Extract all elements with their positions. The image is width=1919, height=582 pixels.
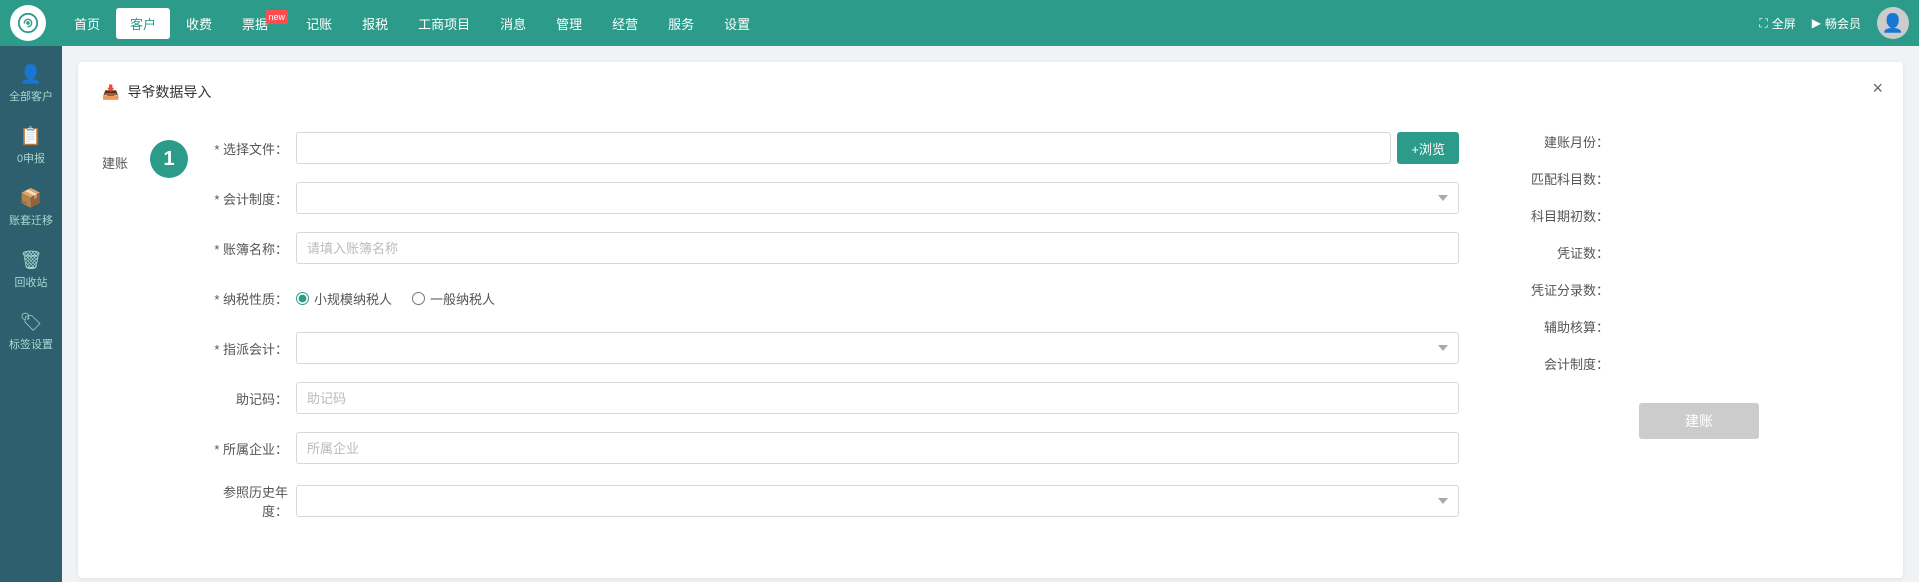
memo-code-row: 助记码：: [208, 382, 1459, 414]
memo-code-label: 助记码：: [208, 389, 288, 408]
nav-right-actions: ⛶ 全屏 ▶ 畅会员 👤: [1759, 7, 1909, 39]
ledger-name-row: * 账簿名称：: [208, 232, 1459, 264]
ref-year-label: 参照历史年度：: [208, 482, 288, 520]
avatar-icon: 👤: [1882, 13, 1904, 34]
nav-item-tax[interactable]: 报税: [348, 8, 402, 39]
nav-item-services[interactable]: 服务: [654, 8, 708, 39]
close-button[interactable]: ×: [1872, 78, 1883, 99]
affiliated-enterprise-input[interactable]: [296, 432, 1459, 464]
file-input-group: +浏览: [296, 132, 1459, 164]
sidebar-item-tag-settings[interactable]: 🏷 标签设置: [4, 304, 58, 360]
zero-declare-icon: 📋: [20, 126, 42, 147]
nav-item-fees[interactable]: 收费: [172, 8, 226, 39]
nav-item-home[interactable]: 首页: [60, 8, 114, 39]
tax-type-label: * 纳税性质：: [208, 289, 288, 308]
nav-item-bookkeeping[interactable]: 记账: [292, 8, 346, 39]
main-layout: 👤 全部客户 📋 0申报 📦 账套迁移 🗑 回收站 🏷 标签设置 📥 导爷数据导…: [0, 46, 1919, 582]
migration-icon: 📦: [20, 188, 42, 209]
tax-general-label: 一般纳税人: [430, 289, 495, 308]
user-avatar[interactable]: 👤: [1877, 7, 1909, 39]
form-layout: 建账 1 * 选择文件： +浏览: [102, 132, 1879, 538]
panel-title: 📥 导爷数据导入: [102, 82, 1879, 102]
tax-type-row: * 纳税性质： 小规模纳税人 一般纳税人: [208, 282, 1459, 314]
nav-item-management[interactable]: 管理: [542, 8, 596, 39]
file-select-row: * 选择文件： +浏览: [208, 132, 1459, 164]
recycle-icon: 🗑: [20, 250, 43, 271]
sidebar-item-all-customers[interactable]: 👤 全部客户: [4, 56, 58, 112]
tag-icon: 🏷: [20, 312, 43, 333]
ledger-name-input[interactable]: [296, 232, 1459, 264]
accounting-system-row: * 会计制度： 小企业会计准则 企业会计准则 行政事业单位: [208, 182, 1459, 214]
nav-item-messages[interactable]: 消息: [486, 8, 540, 39]
voucher-entries-row: 凭证分录数：: [1519, 280, 1879, 299]
tax-general-option[interactable]: 一般纳税人: [412, 289, 495, 308]
step-section: 建账 1 * 选择文件： +浏览: [102, 132, 1459, 538]
form-left-section: 建账 1 * 选择文件： +浏览: [102, 132, 1499, 538]
fullscreen-button[interactable]: ⛶ 全屏: [1759, 15, 1795, 32]
period-init-label: 科目期初数：: [1519, 206, 1609, 225]
app-logo[interactable]: [10, 5, 46, 41]
sidebar-item-zero-declare[interactable]: 📋 0申报: [4, 118, 58, 174]
build-month-label: 建账月份：: [1519, 132, 1609, 151]
voucher-entries-label: 凭证分录数：: [1519, 280, 1609, 299]
affiliated-enterprise-label: * 所属企业：: [208, 439, 288, 458]
accounting-system-select[interactable]: 小企业会计准则 企业会计准则 行政事业单位: [296, 182, 1459, 214]
assign-accountant-row: * 指派会计：: [208, 332, 1459, 364]
file-select-label: * 选择文件：: [208, 139, 288, 158]
assign-accountant-select[interactable]: [296, 332, 1459, 364]
left-sidebar: 👤 全部客户 📋 0申报 📦 账套迁移 🗑 回收站 🏷 标签设置: [0, 46, 62, 582]
match-subjects-row: 匹配科目数：: [1519, 169, 1879, 188]
nav-item-settings[interactable]: 设置: [710, 8, 764, 39]
new-badge: new: [266, 10, 289, 24]
auxiliary-row: 辅助核算：: [1519, 317, 1879, 336]
match-subjects-label: 匹配科目数：: [1519, 169, 1609, 188]
tax-small-option[interactable]: 小规模纳税人: [296, 289, 392, 308]
ref-year-select[interactable]: [296, 485, 1459, 517]
build-account-button[interactable]: 建账: [1639, 403, 1759, 439]
right-accounting-system-label: 会计制度：: [1519, 354, 1609, 373]
period-init-row: 科目期初数：: [1519, 206, 1879, 225]
file-input[interactable]: [296, 132, 1391, 164]
nav-items: 首页 客户 收费 票据 new 记账 报税 工商项目 消息 管理 经营 服务 设…: [60, 8, 1759, 39]
step-badge: 1: [150, 140, 188, 178]
voucher-count-row: 凭证数：: [1519, 243, 1879, 262]
memo-code-input[interactable]: [296, 382, 1459, 414]
nav-item-tickets[interactable]: 票据 new: [228, 8, 290, 39]
fullscreen-icon: ⛶: [1759, 16, 1767, 31]
tax-small-label: 小规模纳税人: [314, 289, 392, 308]
build-month-row: 建账月份：: [1519, 132, 1879, 151]
affiliated-enterprise-row: * 所属企业：: [208, 432, 1459, 464]
import-icon: 📥: [102, 84, 119, 101]
nav-item-customers[interactable]: 客户: [116, 8, 170, 39]
right-accounting-system-row: 会计制度：: [1519, 354, 1879, 373]
sidebar-item-account-migration[interactable]: 📦 账套迁移: [4, 180, 58, 236]
main-content: 📥 导爷数据导入 × 建账 1 * 选择文: [62, 46, 1919, 582]
member-icon: ▶: [1812, 16, 1821, 30]
form-fields: * 选择文件： +浏览 * 会计制度：: [208, 132, 1459, 538]
browse-button[interactable]: +浏览: [1397, 132, 1459, 164]
auxiliary-label: 辅助核算：: [1519, 317, 1609, 336]
all-customers-icon: 👤: [20, 64, 42, 85]
ledger-name-label: * 账簿名称：: [208, 239, 288, 258]
top-navigation: 首页 客户 收费 票据 new 记账 报税 工商项目 消息 管理 经营 服务 设…: [0, 0, 1919, 46]
accounting-system-label: * 会计制度：: [208, 189, 288, 208]
nav-item-operations[interactable]: 经营: [598, 8, 652, 39]
step-label: 建账: [102, 153, 128, 172]
form-right-section: 建账月份： 匹配科目数： 科目期初数： 凭证数：: [1499, 132, 1879, 538]
tax-general-radio[interactable]: [412, 292, 425, 305]
assign-accountant-label: * 指派会计：: [208, 339, 288, 358]
sidebar-item-recycle[interactable]: 🗑 回收站: [4, 242, 58, 298]
voucher-count-label: 凭证数：: [1519, 243, 1609, 262]
import-panel: 📥 导爷数据导入 × 建账 1 * 选择文: [78, 62, 1903, 578]
tax-small-radio[interactable]: [296, 292, 309, 305]
tax-type-radio-group: 小规模纳税人 一般纳税人: [296, 282, 1459, 314]
member-button[interactable]: ▶ 畅会员: [1812, 15, 1861, 32]
nav-item-business[interactable]: 工商项目: [404, 8, 484, 39]
ref-year-row: 参照历史年度：: [208, 482, 1459, 520]
